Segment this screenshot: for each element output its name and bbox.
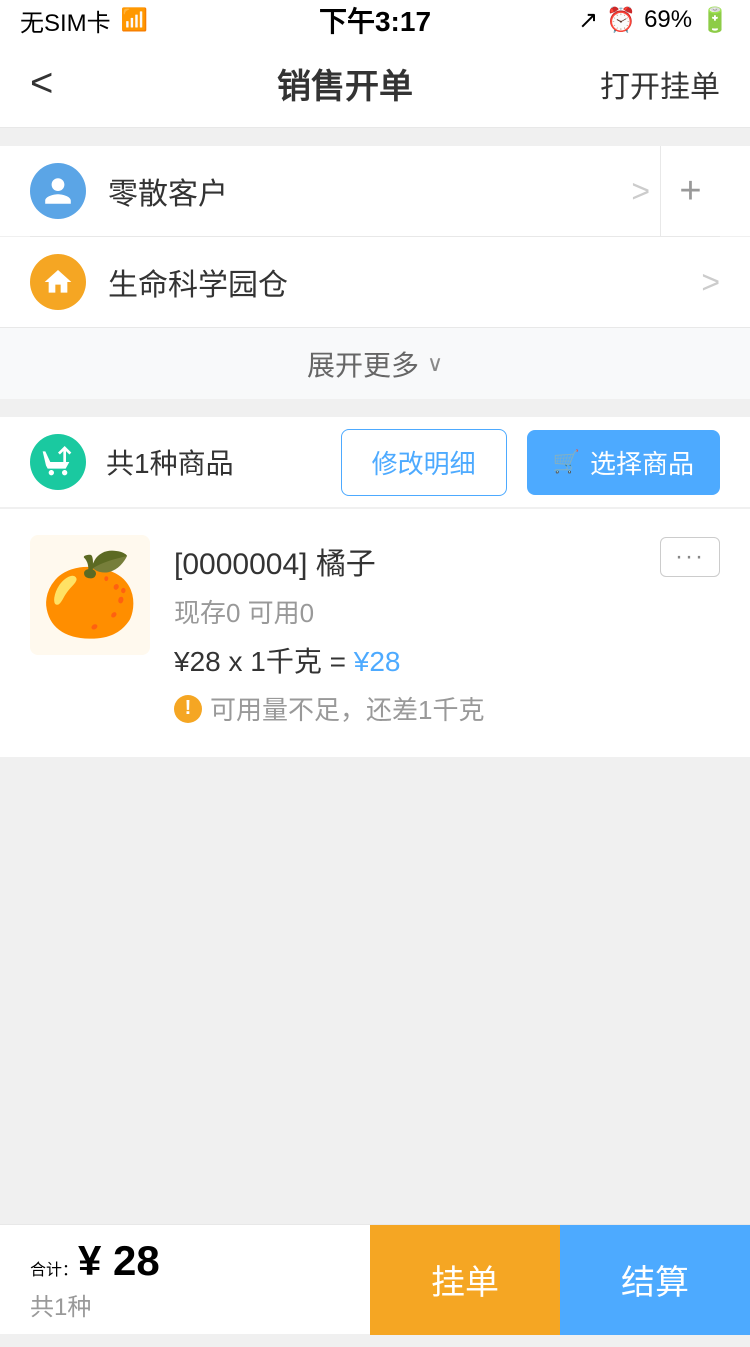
customer-icon <box>30 163 86 219</box>
warehouse-row[interactable]: 生命科学园仓 > <box>0 237 750 327</box>
warehouse-arrow-icon: > <box>701 264 720 301</box>
total-label-row: 合计：¥ 28 <box>30 1237 340 1285</box>
total-section: 合计：¥ 28 共1种 <box>0 1237 370 1322</box>
select-product-label: 选择商品 <box>590 444 694 481</box>
expand-arrow-icon: ∨ <box>427 351 443 377</box>
customer-row[interactable]: 零散客户 > + <box>0 146 750 236</box>
empty-area <box>0 757 750 1237</box>
price-text: ¥28 x 1千克 = <box>174 646 354 677</box>
divider-top <box>0 128 750 146</box>
price-total: ¥28 <box>354 646 401 677</box>
product-count-label: 共1种商品 <box>106 442 321 482</box>
expand-label: 展开更多 <box>307 344 419 384</box>
product-card: 🍊 [0000004] 橘子 现存0 可用0 ¥28 x 1千克 = ¥28 !… <box>0 509 750 757</box>
product-stock: 现存0 可用0 <box>174 593 636 630</box>
total-amount: ¥ 28 <box>78 1237 160 1284</box>
status-left: 无SIM卡 📶 <box>20 3 148 38</box>
checkout-button[interactable]: 结算 <box>560 1225 750 1335</box>
page-title: 销售开单 <box>277 59 413 108</box>
warehouse-icon <box>30 254 86 310</box>
product-name: [0000004] 橘子 <box>174 539 636 583</box>
status-time: 下午3:17 <box>319 0 431 40</box>
carrier-label: 无SIM卡 <box>20 3 111 38</box>
battery-label: 69% <box>644 6 692 34</box>
product-row: 🍊 [0000004] 橘子 现存0 可用0 ¥28 x 1千克 = ¥28 !… <box>30 535 720 727</box>
open-hang-button[interactable]: 打开挂单 <box>600 62 720 106</box>
status-bar: 无SIM卡 📶 下午3:17 ↗ ⏰ 69% 🔋 <box>0 0 750 40</box>
modify-detail-button[interactable]: 修改明细 <box>341 429 507 496</box>
warning-icon: ! <box>174 695 202 723</box>
back-button[interactable]: < <box>30 61 90 106</box>
customer-section: 零散客户 > + <box>0 146 750 236</box>
product-price: ¥28 x 1千克 = ¥28 <box>174 640 636 680</box>
total-prefix: 合计： <box>30 1262 78 1279</box>
add-customer-button[interactable]: + <box>660 146 720 236</box>
wifi-icon: 📶 <box>121 7 148 33</box>
divider-expand <box>0 399 750 417</box>
warehouse-section: 生命科学园仓 > <box>0 237 750 327</box>
product-header-icon <box>30 434 86 490</box>
product-header: 共1种商品 修改明细 🛒 选择商品 <box>0 417 750 507</box>
alarm-icon: ⏰ <box>606 6 636 35</box>
product-title: 橘子 <box>316 548 376 581</box>
expand-more-button[interactable]: 展开更多 ∨ <box>0 327 750 399</box>
nav-bar: < 销售开单 打开挂单 <box>0 40 750 128</box>
customer-arrow-icon: > <box>631 173 650 210</box>
customer-label: 零散客户 <box>108 169 631 213</box>
product-warning: ! 可用量不足，还差1千克 <box>174 690 636 727</box>
product-more-button[interactable]: ··· <box>660 537 720 577</box>
product-thumbnail: 🍊 <box>40 555 140 635</box>
location-icon: ↗ <box>578 6 598 35</box>
warning-text: 可用量不足，还差1千克 <box>210 690 484 727</box>
product-info: [0000004] 橘子 现存0 可用0 ¥28 x 1千克 = ¥28 ! 可… <box>174 535 636 727</box>
warehouse-label: 生命科学园仓 <box>108 260 701 304</box>
product-id: [0000004] <box>174 548 307 581</box>
product-image: 🍊 <box>30 535 150 655</box>
total-sub-label: 共1种 <box>30 1287 340 1322</box>
bottom-bar: 合计：¥ 28 共1种 挂单 结算 <box>0 1224 750 1334</box>
select-product-button[interactable]: 🛒 选择商品 <box>527 430 720 495</box>
status-right: ↗ ⏰ 69% 🔋 <box>578 6 730 35</box>
cart-icon: 🛒 <box>553 449 580 475</box>
battery-icon: 🔋 <box>700 6 730 35</box>
hang-button[interactable]: 挂单 <box>370 1225 560 1335</box>
